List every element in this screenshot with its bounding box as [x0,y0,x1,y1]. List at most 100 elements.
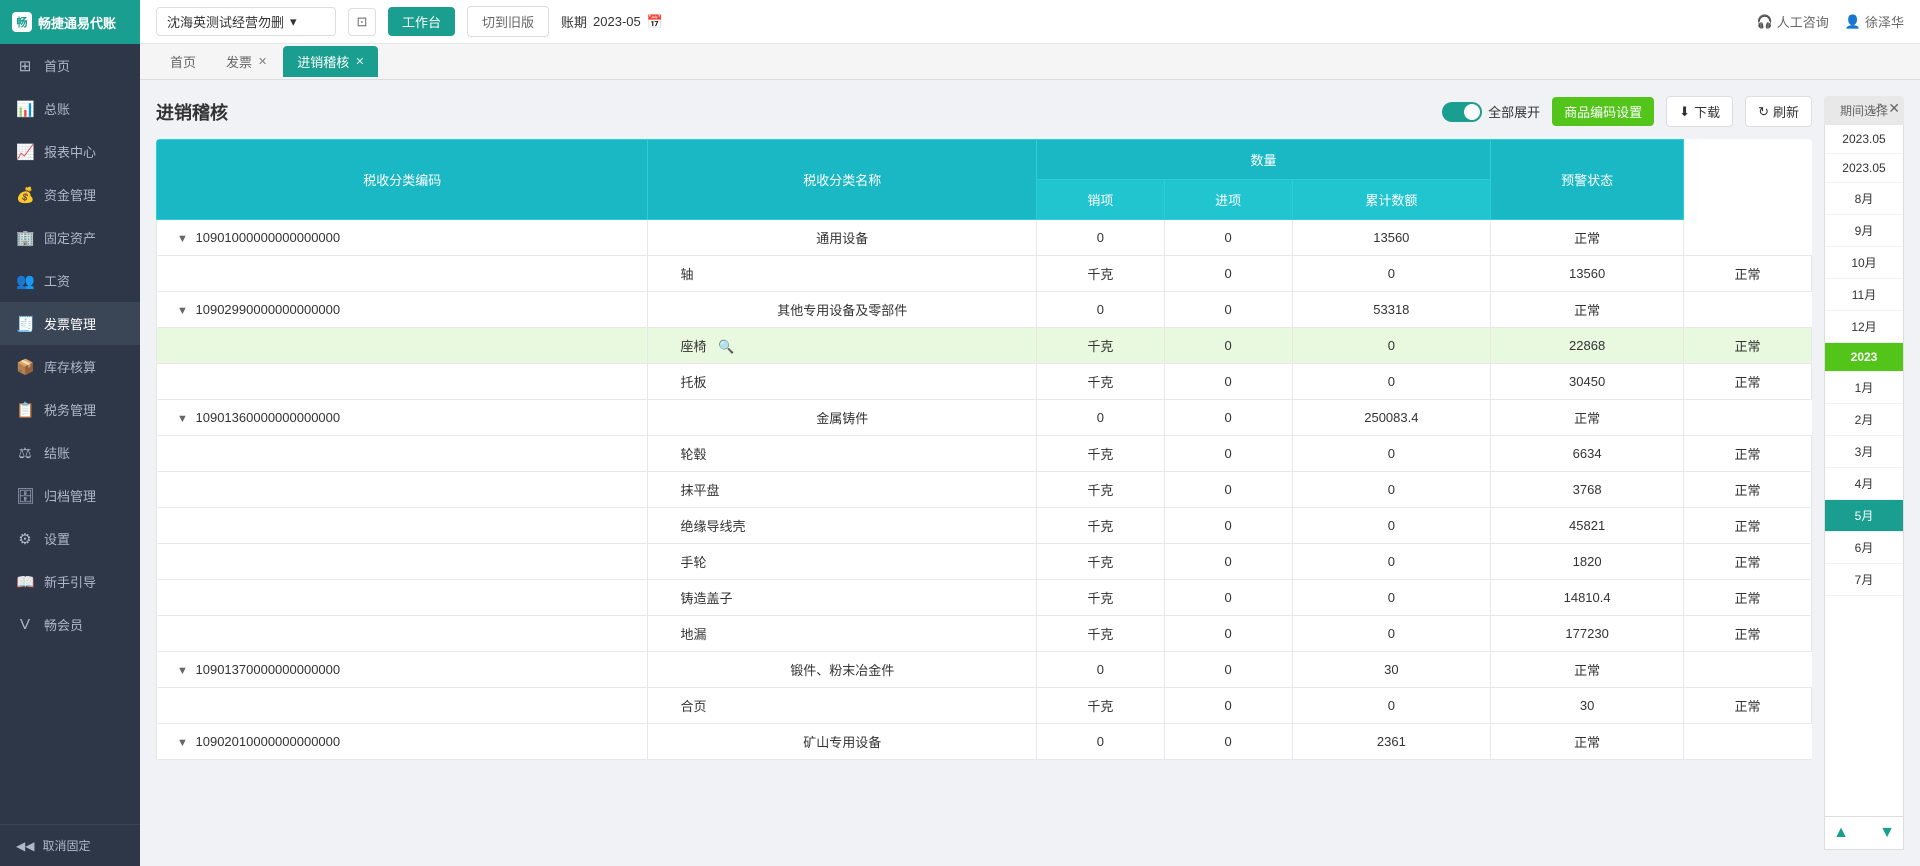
tab-home[interactable]: 首页 [156,46,210,77]
sidebar-item-13[interactable]: V 畅会员 [0,603,140,646]
workspace-button[interactable]: 工作台 [388,7,455,36]
status-badge: 正常 [1735,555,1761,570]
download-btn[interactable]: ⬇ 下载 [1666,96,1733,127]
sidebar-label-9: 结账 [44,443,70,462]
period-nav: ▲ ▼ [1824,817,1904,850]
cell-sales: 0 [1036,652,1164,688]
table-row: 抹平盘 千克 0 0 3768 正常 [157,472,1812,508]
cell-sales: 0 [1164,256,1292,292]
expand-icon[interactable]: ▼ [177,233,188,245]
tab-invoice[interactable]: 发票 ✕ [212,46,281,77]
sidebar-label-6: 发票管理 [44,314,96,333]
period-item-12[interactable]: 5月 [1825,500,1903,532]
panel-expand-btn[interactable]: ⤢ [1871,100,1882,117]
user-info[interactable]: 👤 徐泽华 [1845,12,1904,31]
sidebar-label-13: 畅会员 [44,615,83,634]
period-item-1[interactable]: 2023.05 [1825,154,1903,183]
cell-sales: 0 [1036,292,1164,328]
sidebar-item-6[interactable]: 🧾 发票管理 [0,302,140,345]
period-item-14[interactable]: 7月 [1825,564,1903,596]
cell-name: 铸造盖子 [648,580,1036,616]
cell-total: 53318 [1292,292,1491,328]
sidebar-item-4[interactable]: 🏢 固定资产 [0,216,140,259]
table-header-row: 税收分类编码 税收分类名称 数量 预警状态 [157,140,1812,180]
cell-name: 地漏 [648,616,1036,652]
company-selector[interactable]: 沈海英测试经营勿删 ▾ [156,7,336,36]
period-item-3[interactable]: 9月 [1825,215,1903,247]
cell-status: 正常 [1684,508,1812,544]
table-row: 铸造盖子 千克 0 0 14810.4 正常 [157,580,1812,616]
period-item-0[interactable]: 2023.05 [1825,125,1903,154]
expand-icon[interactable]: ▼ [177,413,188,425]
period-item-2[interactable]: 8月 [1825,183,1903,215]
switch-version-button[interactable]: 切到旧版 [467,6,549,37]
tab-invoice-close[interactable]: ✕ [258,55,267,68]
period-item-5[interactable]: 11月 [1825,279,1903,311]
cell-sales: 0 [1164,544,1292,580]
period-item-7[interactable]: 2023 [1825,343,1903,372]
sidebar-item-12[interactable]: 📖 新手引导 [0,560,140,603]
status-badge: 正常 [1574,303,1600,318]
toggle-switch[interactable] [1442,102,1482,122]
period-item-8[interactable]: 1月 [1825,372,1903,404]
status-badge: 正常 [1574,411,1600,426]
sidebar-item-2[interactable]: 📈 报表中心 [0,130,140,173]
download-icon: ⬇ [1679,104,1690,120]
sidebar-item-10[interactable]: 🗄 归档管理 [0,474,140,517]
cell-unit: 千克 [1036,472,1164,508]
app-logo: 畅 畅捷通易代账 [0,0,140,44]
page-actions: 全部展开 商品编码设置 ⬇ 下载 ↻ 刷新 [1442,96,1812,127]
cell-code: ▼ 10901000000000000000 [157,220,648,256]
row-code-value: 10901000000000000000 [196,230,341,245]
tab-reconcile-close[interactable]: ✕ [355,55,364,68]
sidebar-item-11[interactable]: ⚙ 设置 [0,517,140,560]
sidebar-item-0[interactable]: ⊞ 首页 [0,44,140,87]
search-icon[interactable]: 🔍 [718,339,734,354]
cell-code: ▼ 10902010000000000000 [157,724,648,760]
period-prev-btn[interactable]: ▲ [1829,821,1853,845]
status-badge: 正常 [1574,735,1600,750]
sidebar-item-7[interactable]: 📦 库存核算 [0,345,140,388]
period-item-9[interactable]: 2月 [1825,404,1903,436]
cell-total: 2361 [1292,724,1491,760]
product-code-btn[interactable]: 商品编码设置 [1552,97,1654,126]
period-item-13[interactable]: 6月 [1825,532,1903,564]
save-button[interactable]: ⊡ [348,8,376,36]
sidebar-item-5[interactable]: 👥 工资 [0,259,140,302]
unpin-btn[interactable]: ◀◀ 取消固定 [0,824,140,866]
sidebar-item-3[interactable]: 💰 资金管理 [0,173,140,216]
period-item-4[interactable]: 10月 [1825,247,1903,279]
period-item-11[interactable]: 4月 [1825,468,1903,500]
cell-name: 托板 [648,364,1036,400]
toggle-expand[interactable]: 全部展开 [1442,102,1540,122]
refresh-btn[interactable]: ↻ 刷新 [1745,96,1812,127]
sidebar-item-9[interactable]: ⚖ 结账 [0,431,140,474]
expand-icon[interactable]: ▼ [177,305,188,317]
period-item-10[interactable]: 3月 [1825,436,1903,468]
sidebar-item-1[interactable]: 📊 总账 [0,87,140,130]
support-label: 人工咨询 [1777,12,1829,31]
cell-status: 正常 [1684,688,1812,724]
tab-reconcile[interactable]: 进销稽核 ✕ [283,46,378,77]
cell-unit: 千克 [1036,508,1164,544]
status-badge: 正常 [1735,267,1761,282]
cell-purchase: 0 [1292,508,1491,544]
cell-total: 45821 [1491,508,1684,544]
period-item-6[interactable]: 12月 [1825,311,1903,343]
sidebar-label-4: 固定资产 [44,228,96,247]
sidebar-item-8[interactable]: 📋 税务管理 [0,388,140,431]
cell-status: 正常 [1491,400,1684,436]
period-selector[interactable]: 账期 2023-05 📅 [561,12,663,31]
sidebar-icon-11: ⚙ [16,530,34,548]
cell-purchase: 0 [1164,400,1292,436]
expand-icon[interactable]: ▼ [177,737,188,749]
sidebar-icon-8: 📋 [16,401,34,419]
cell-code: ▼ 10901360000000000000 [157,400,648,436]
cell-purchase: 0 [1292,580,1491,616]
tab-reconcile-label: 进销稽核 [297,52,349,71]
expand-icon[interactable]: ▼ [177,665,188,677]
panel-close-btn[interactable]: ✕ [1888,100,1900,117]
cell-sales: 0 [1164,616,1292,652]
period-next-btn[interactable]: ▼ [1875,821,1899,845]
support-btn[interactable]: 🎧 人工咨询 [1757,12,1829,31]
